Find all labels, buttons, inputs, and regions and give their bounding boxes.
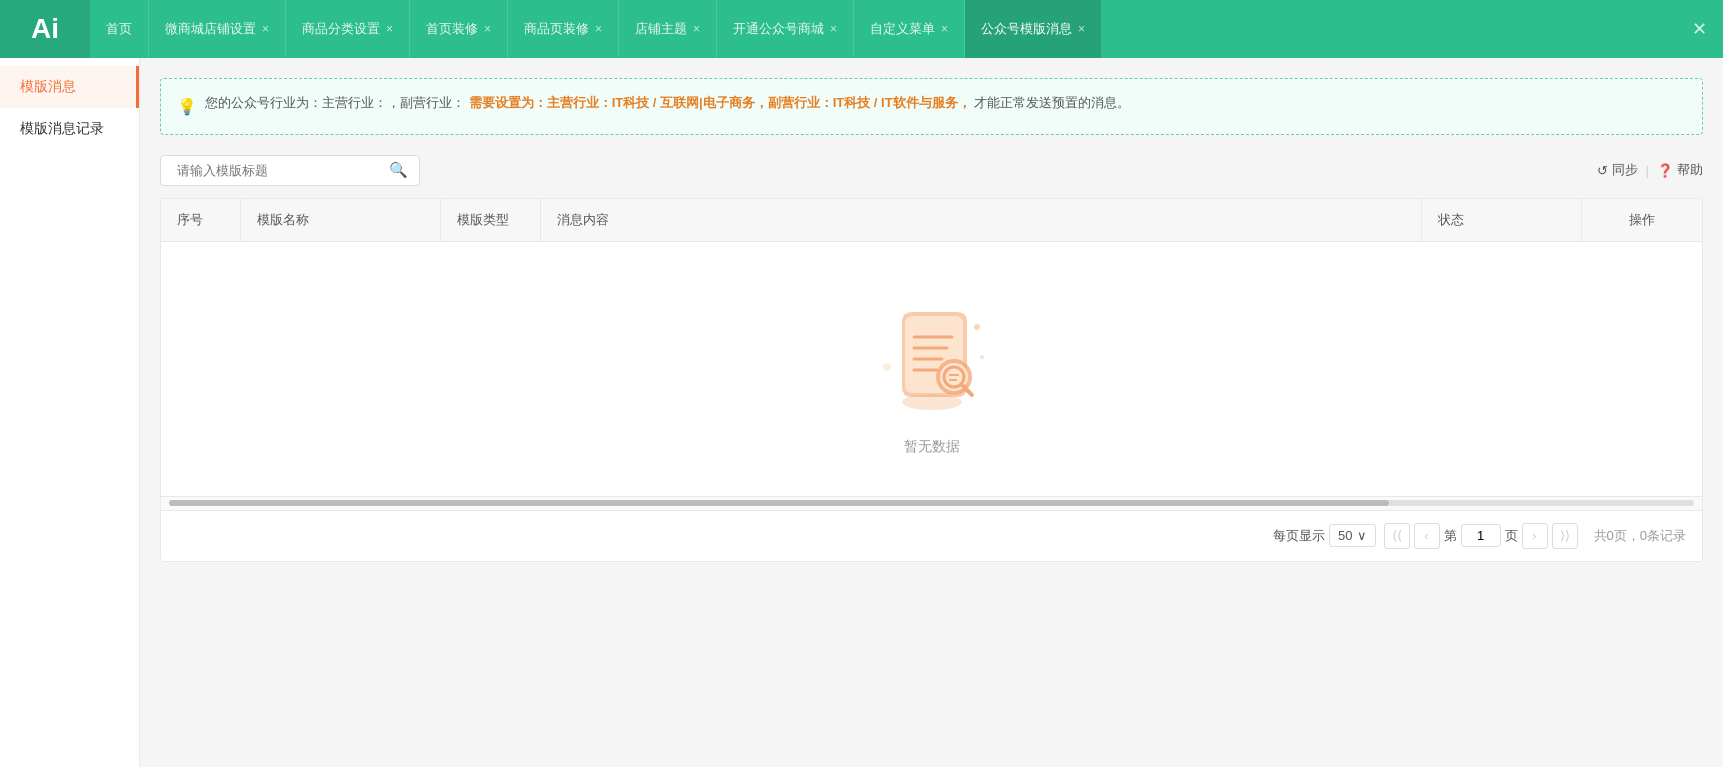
- scrollbar-track: [169, 500, 1694, 506]
- svg-point-12: [883, 363, 891, 371]
- pagination: 每页显示 50 ∨ ⟨⟨ ‹ 第 页 › ⟩⟩ 共0页，0条记录: [161, 510, 1702, 561]
- col-header-seq: 序号: [161, 199, 241, 241]
- search-icon[interactable]: 🔍: [389, 161, 408, 179]
- nav-tab-4[interactable]: 商品页装修×: [508, 0, 619, 58]
- page-navigation: ⟨⟨ ‹ 第 页 › ⟩⟩: [1384, 523, 1578, 549]
- logo: Ai: [0, 0, 90, 58]
- svg-point-13: [980, 355, 984, 359]
- close-tab-7[interactable]: ×: [941, 22, 948, 36]
- close-tab-3[interactable]: ×: [484, 22, 491, 36]
- main-content: 💡 您的公众号行业为：主营行业：，副营行业： 需要设置为：主营行业：IT科技 /…: [140, 58, 1723, 767]
- divider: |: [1646, 163, 1649, 178]
- notice-icon: 💡: [177, 94, 197, 120]
- layout: 模版消息模版消息记录 💡 您的公众号行业为：主营行业：，副营行业： 需要设置为：…: [0, 58, 1723, 767]
- page-size-select: 每页显示 50 ∨: [1273, 524, 1375, 547]
- next-page-button[interactable]: ›: [1522, 523, 1548, 549]
- sidebar: 模版消息模版消息记录: [0, 58, 140, 767]
- nav-tab-2[interactable]: 商品分类设置×: [286, 0, 410, 58]
- notice-text: 您的公众号行业为：主营行业：，副营行业： 需要设置为：主营行业：IT科技 / 互…: [205, 93, 1130, 114]
- search-input-wrap[interactable]: 🔍: [160, 155, 420, 186]
- notice-box: 💡 您的公众号行业为：主营行业：，副营行业： 需要设置为：主营行业：IT科技 /…: [160, 78, 1703, 135]
- table-header: 序号 模版名称 模版类型 消息内容 状态 操作: [161, 199, 1702, 242]
- col-header-name: 模版名称: [241, 199, 441, 241]
- help-button[interactable]: ❓ 帮助: [1657, 161, 1703, 179]
- nav-tab-5[interactable]: 店铺主题×: [619, 0, 717, 58]
- close-tab-5[interactable]: ×: [693, 22, 700, 36]
- sync-icon: ↺: [1597, 163, 1608, 178]
- nav-tab-0[interactable]: 首页: [90, 0, 149, 58]
- top-nav: Ai 首页微商城店铺设置×商品分类设置×首页装修×商品页装修×店铺主题×开通公众…: [0, 0, 1723, 58]
- close-tab-4[interactable]: ×: [595, 22, 602, 36]
- close-tab-1[interactable]: ×: [262, 22, 269, 36]
- col-header-content: 消息内容: [541, 199, 1422, 241]
- close-tab-8[interactable]: ×: [1078, 22, 1085, 36]
- empty-text: 暂无数据: [904, 438, 960, 456]
- col-header-action: 操作: [1582, 199, 1702, 241]
- sync-button[interactable]: ↺ 同步: [1597, 161, 1638, 179]
- page-input[interactable]: [1461, 524, 1501, 547]
- close-all-button[interactable]: ✕: [1676, 0, 1723, 58]
- empty-state: 暂无数据: [161, 242, 1702, 496]
- sidebar-item-1[interactable]: 模版消息记录: [0, 108, 139, 150]
- nav-tab-7[interactable]: 自定义菜单×: [854, 0, 965, 58]
- help-icon: ❓: [1657, 163, 1673, 178]
- first-page-button[interactable]: ⟨⟨: [1384, 523, 1410, 549]
- horizontal-scrollbar[interactable]: [161, 496, 1702, 510]
- search-actions: ↺ 同步 | ❓ 帮助: [1597, 161, 1703, 179]
- prev-page-button[interactable]: ‹: [1414, 523, 1440, 549]
- total-records: 共0页，0条记录: [1594, 527, 1686, 545]
- search-input[interactable]: [169, 156, 389, 185]
- empty-icon: [872, 302, 992, 422]
- page-size-dropdown[interactable]: 50 ∨: [1329, 524, 1375, 547]
- dropdown-chevron-icon: ∨: [1357, 528, 1367, 543]
- search-bar: 🔍 ↺ 同步 | ❓ 帮助: [160, 155, 1703, 186]
- nav-tab-6[interactable]: 开通公众号商城×: [717, 0, 854, 58]
- close-tab-2[interactable]: ×: [386, 22, 393, 36]
- col-header-status: 状态: [1422, 199, 1582, 241]
- svg-point-11: [974, 324, 980, 330]
- sidebar-item-0[interactable]: 模版消息: [0, 66, 139, 108]
- nav-tab-3[interactable]: 首页装修×: [410, 0, 508, 58]
- last-page-button[interactable]: ⟩⟩: [1552, 523, 1578, 549]
- scrollbar-thumb: [169, 500, 1389, 506]
- nav-tab-1[interactable]: 微商城店铺设置×: [149, 0, 286, 58]
- nav-tab-8[interactable]: 公众号模版消息×: [965, 0, 1102, 58]
- col-header-type: 模版类型: [441, 199, 541, 241]
- nav-tabs: 首页微商城店铺设置×商品分类设置×首页装修×商品页装修×店铺主题×开通公众号商城…: [90, 0, 1676, 58]
- data-table: 序号 模版名称 模版类型 消息内容 状态 操作: [160, 198, 1703, 562]
- close-tab-6[interactable]: ×: [830, 22, 837, 36]
